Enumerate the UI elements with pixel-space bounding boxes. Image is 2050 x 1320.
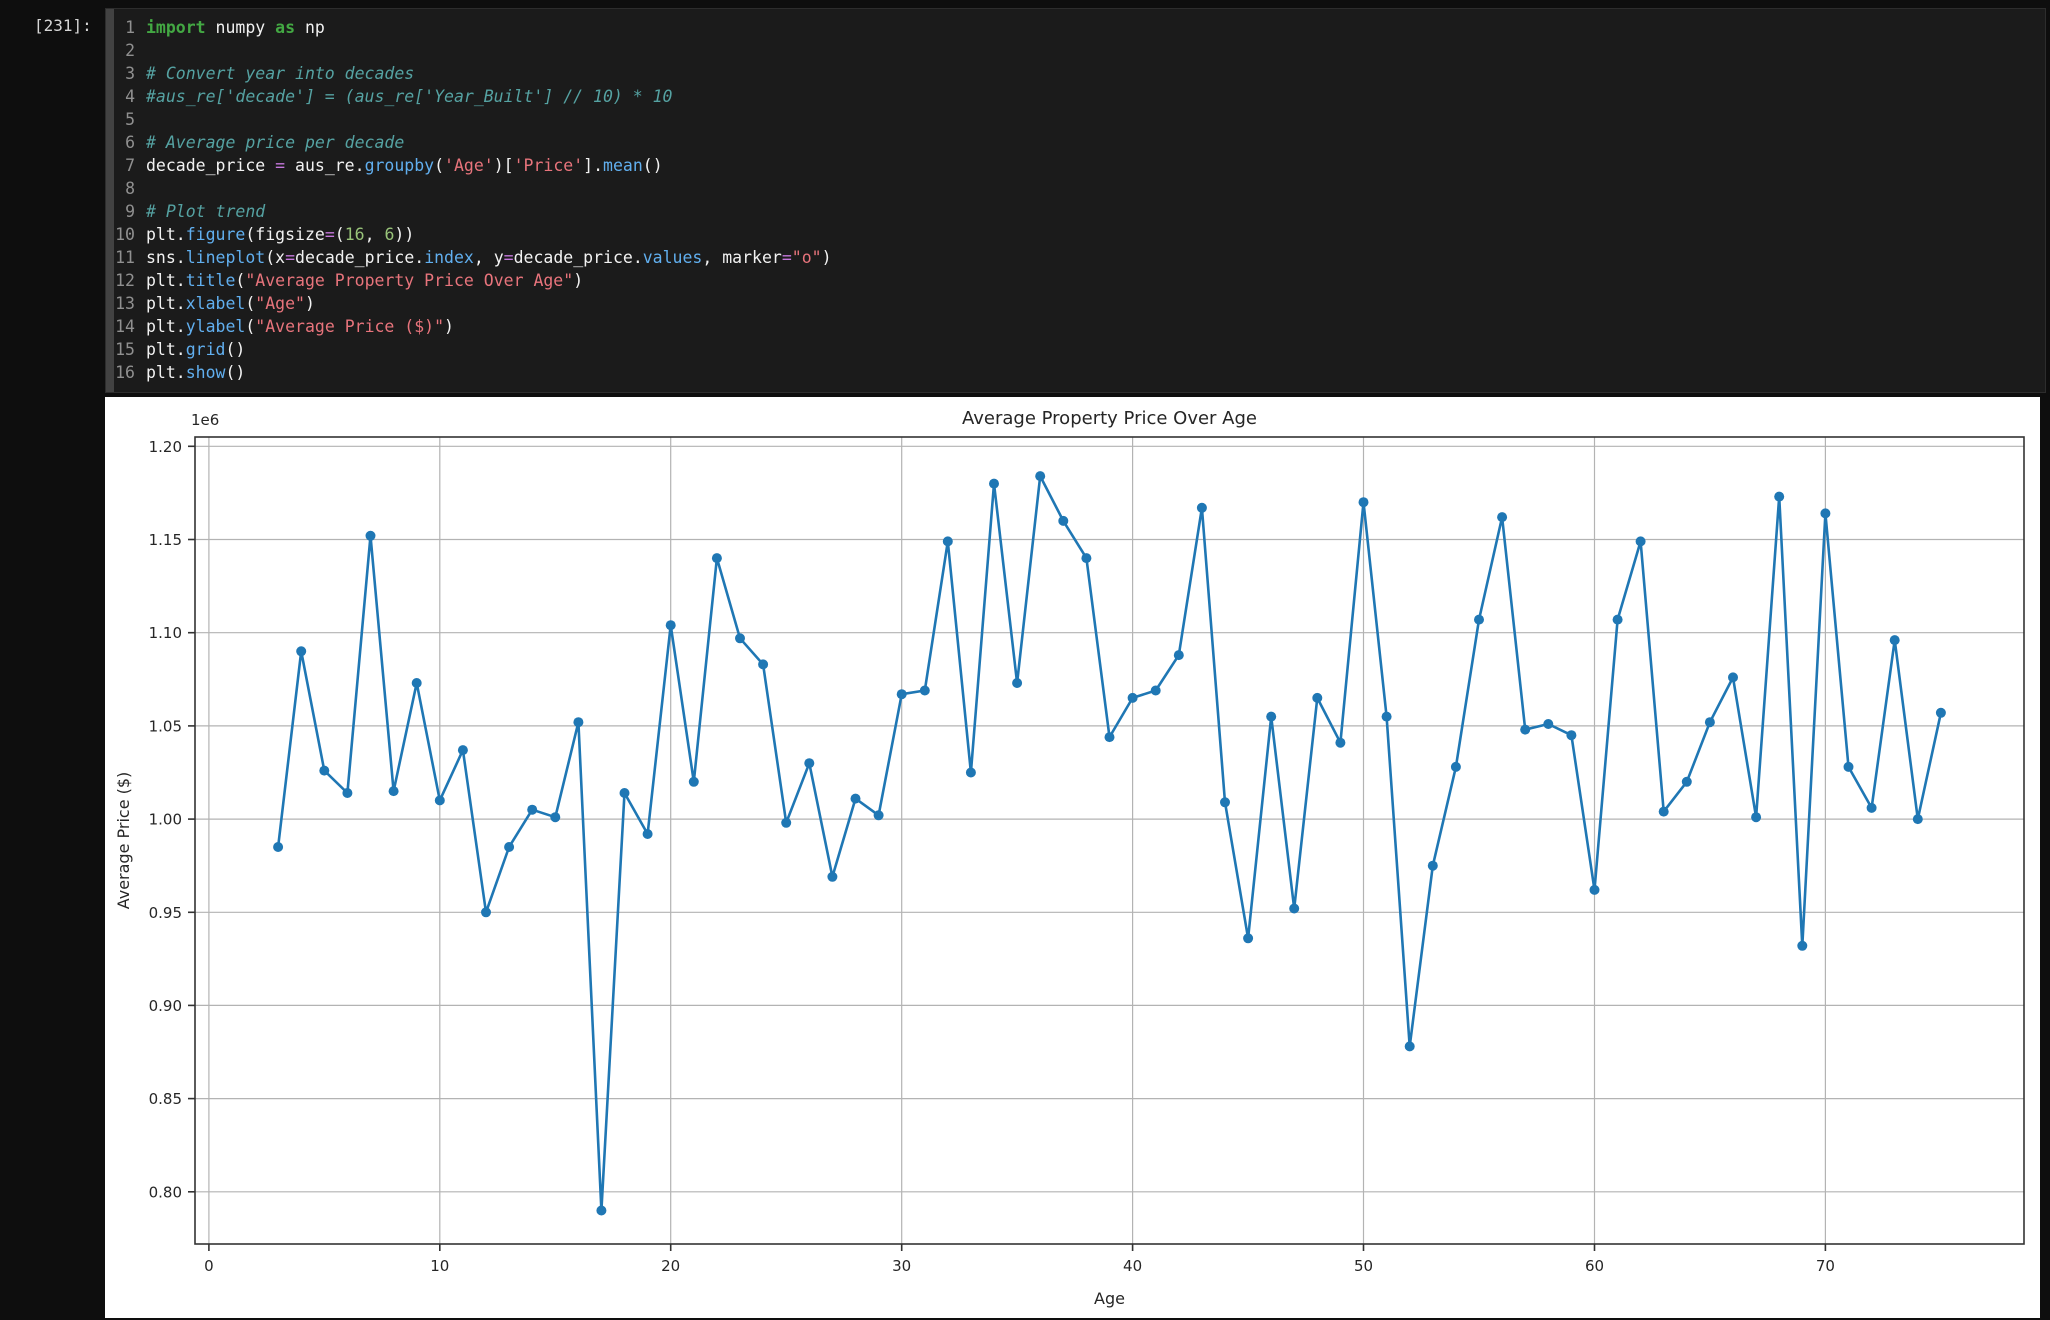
code-editor[interactable]: 1 import numpy as np 2 3 # Convert year int…: [114, 9, 2045, 392]
y-tick-label: 1.20: [149, 438, 182, 456]
y-tick-label: 0.95: [149, 904, 182, 922]
y-tick-label: 0.80: [149, 1183, 182, 1201]
code-text: plt.title("Average Property Price Over A…: [146, 271, 584, 290]
x-tick-label: 30: [892, 1257, 911, 1275]
code-line[interactable]: 4 #aus_re['decade'] = (aus_re['Year_Built…: [114, 85, 2045, 108]
code-line[interactable]: 2: [114, 39, 2045, 62]
line-number: 4: [125, 87, 135, 106]
x-axis-label: Age: [1094, 1289, 1125, 1308]
y-tick-label: 1.00: [149, 811, 182, 829]
y-tick-label: 1.15: [149, 531, 182, 549]
code-line[interactable]: 9 # Plot trend: [114, 200, 2045, 223]
code-text: plt.show(): [146, 363, 246, 382]
chart-title: Average Property Price Over Age: [962, 408, 1257, 429]
code-text: # Convert year into decades: [146, 64, 415, 83]
line-number: 6: [125, 133, 135, 152]
code-text: # Plot trend: [146, 202, 266, 221]
line-number: 15: [115, 340, 135, 359]
line-number: 9: [125, 202, 135, 221]
cell-execution-prompt: [231]:: [34, 16, 92, 35]
y-tick-label: 0.90: [149, 997, 182, 1015]
line-number: 1: [125, 18, 135, 37]
code-line[interactable]: 10 plt.figure(figsize=(16, 6)): [114, 223, 2045, 246]
code-text: # Average price per decade: [146, 133, 405, 152]
line-number: 13: [115, 294, 135, 313]
line-number: 5: [125, 110, 135, 129]
code-text: decade_price = aus_re.groupby('Age')['Pr…: [146, 156, 663, 175]
code-text: plt.xlabel("Age"): [146, 294, 315, 313]
notebook-page: { "cell": { "prompt": "[231]:", "code_li…: [0, 0, 2050, 1320]
code-text: plt.figure(figsize=(16, 6)): [146, 225, 415, 244]
line-number: 12: [115, 271, 135, 290]
x-tick-label: 60: [1585, 1257, 1604, 1275]
y-tick-label: 1.10: [149, 624, 182, 642]
code-text: plt.grid(): [146, 340, 246, 359]
code-text: #aus_re['decade'] = (aus_re['Year_Built'…: [146, 87, 673, 106]
code-lines-container: 1 import numpy as np 2 3 # Convert year int…: [114, 16, 2045, 384]
line-number: 14: [115, 317, 135, 336]
cell-output-area: 0 10 20 30 40 50 60 70 0.80 0.85 0.90 0.95 1.00 1.05 1…: [105, 397, 2040, 1318]
code-line[interactable]: 16 plt.show(): [114, 361, 2045, 384]
code-line[interactable]: 7 decade_price = aus_re.groupby('Age')['P…: [114, 154, 2045, 177]
cell-collapser[interactable]: [106, 9, 114, 392]
x-tick-label: 50: [1354, 1257, 1373, 1275]
code-line[interactable]: 6 # Average price per decade: [114, 131, 2045, 154]
x-tick-label: 40: [1123, 1257, 1142, 1275]
y-axis-label: Average Price ($): [114, 772, 133, 910]
line-number: 7: [125, 156, 135, 175]
x-tick-label: 20: [661, 1257, 680, 1275]
code-line[interactable]: 11 sns.lineplot(x=decade_price.index, y=d…: [114, 246, 2045, 269]
code-text: plt.ylabel("Average Price ($)"): [146, 317, 454, 336]
line-number: 11: [115, 248, 135, 267]
code-line[interactable]: 3 # Convert year into decades: [114, 62, 2045, 85]
code-cell[interactable]: 1 import numpy as np 2 3 # Convert year int…: [105, 8, 2046, 393]
code-line[interactable]: 12 plt.title("Average Property Price Over…: [114, 269, 2045, 292]
line-number: 8: [125, 179, 135, 198]
code-line[interactable]: 13 plt.xlabel("Age"): [114, 292, 2045, 315]
code-line[interactable]: 1 import numpy as np: [114, 16, 2045, 39]
x-tick-label: 0: [204, 1257, 214, 1275]
code-text: import numpy as np: [146, 18, 325, 37]
line-number: 16: [115, 363, 135, 382]
y-tick-label: 1.05: [149, 717, 182, 735]
code-line[interactable]: 5: [114, 108, 2045, 131]
line-number: 10: [115, 225, 135, 244]
code-line[interactable]: 15 plt.grid(): [114, 338, 2045, 361]
code-text: sns.lineplot(x=decade_price.index, y=dec…: [146, 248, 832, 267]
line-chart: 0 10 20 30 40 50 60 70 0.80 0.85 0.90 0.95 1.00 1.05 1…: [105, 397, 2040, 1318]
code-line[interactable]: 14 plt.ylabel("Average Price ($)"): [114, 315, 2045, 338]
line-number: 3: [125, 64, 135, 83]
x-tick-label: 10: [430, 1257, 449, 1275]
y-tick-label: 0.85: [149, 1090, 182, 1108]
line-number: 2: [125, 41, 135, 60]
code-line[interactable]: 8: [114, 177, 2045, 200]
axis-offset-text: 1e6: [191, 411, 219, 429]
x-tick-label: 70: [1816, 1257, 1835, 1275]
